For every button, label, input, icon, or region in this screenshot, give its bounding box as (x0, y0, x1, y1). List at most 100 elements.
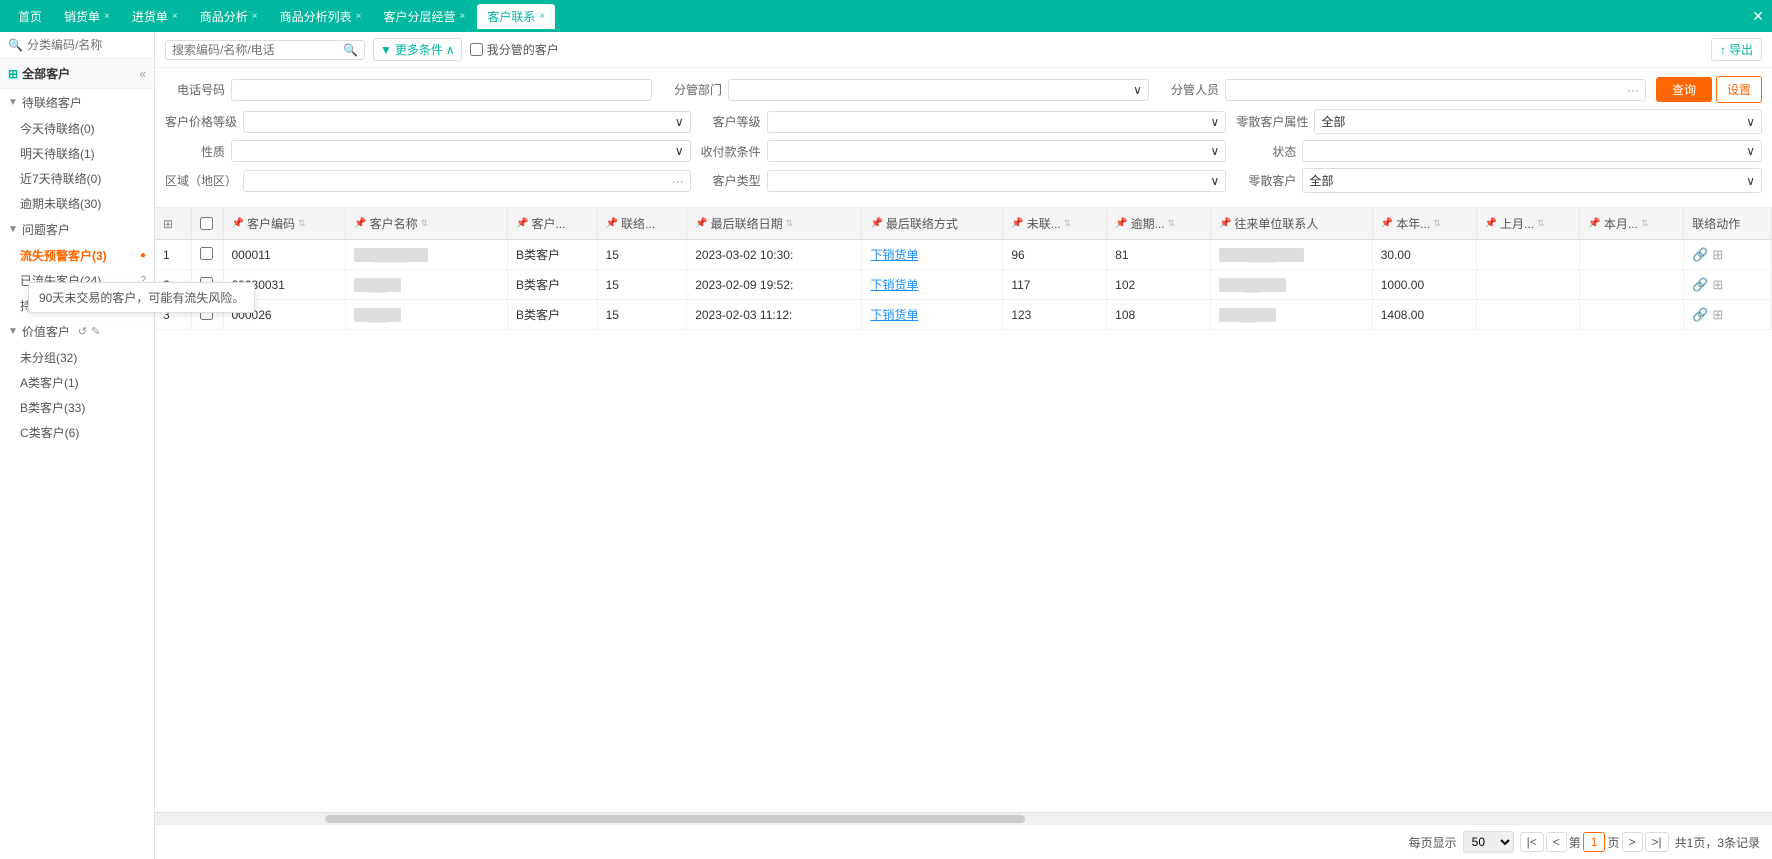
sort-thismonth-icon[interactable]: ⇅ (1641, 218, 1649, 229)
nav-tab-productanalysislist[interactable]: 商品分析列表 × (270, 4, 372, 29)
action-grid-2[interactable]: ⊞ (1712, 277, 1723, 293)
action-grid-1[interactable]: ⊞ (1712, 247, 1723, 263)
nav-tab-purchaseorder[interactable]: 进货单 × (122, 4, 188, 29)
value-group-edit[interactable]: ✎ (91, 325, 100, 338)
filter-row-3: 性质 ∨ 收付款条件 ∨ 状态 (165, 140, 1762, 162)
sidebar-item-7days[interactable]: 近7天待联络(0) (0, 166, 154, 191)
filter-select-payment[interactable]: ∨ (767, 140, 1227, 162)
more-conditions-button[interactable]: ▼ 更多条件 ∧ (373, 38, 462, 61)
query-button[interactable]: 查询 (1656, 77, 1712, 102)
col-lastmonth: 📌 上月... ⇅ (1476, 208, 1580, 240)
last-method-link-1[interactable]: 下销货单 (870, 248, 918, 262)
filter-select-nature[interactable]: ∨ (231, 140, 691, 162)
cell-lastmonth-3 (1476, 300, 1580, 330)
cell-action-3: 🔗 ⊞ (1684, 300, 1772, 330)
action-grid-3[interactable]: ⊞ (1712, 307, 1723, 323)
my-customers-wrap: 我分管的客户 (470, 41, 559, 58)
sidebar-item-b-class[interactable]: B类客户(33) (0, 395, 154, 420)
action-link-1[interactable]: 🔗 (1692, 247, 1708, 263)
sort-thisyear-icon[interactable]: ⇅ (1433, 218, 1441, 229)
nav-tab-productanalysis[interactable]: 商品分析 × (190, 4, 268, 29)
sidebar-item-today[interactable]: 今天待联络(0) (0, 116, 154, 141)
action-link-2[interactable]: 🔗 (1692, 277, 1708, 293)
close-tab-productanalysis[interactable]: × (252, 11, 258, 22)
sort-name-icon[interactable]: ⇅ (421, 218, 429, 229)
cell-thisyear-2: 1000.00 (1372, 270, 1476, 300)
filter-select-scatterprop-arrow: ∨ (1746, 115, 1755, 129)
settings-button[interactable]: 设置 (1716, 76, 1762, 103)
sidebar-item-tomorrow[interactable]: 明天待联络(1) (0, 141, 154, 166)
pagination: 每页显示 50 100 200 |< < 第 1 页 > >| 共1页，3条记录 (155, 824, 1772, 859)
close-tab-customercontact[interactable]: × (539, 11, 545, 22)
scrollbar-thumb[interactable] (325, 815, 1025, 823)
row-checkbox-1[interactable] (200, 247, 213, 260)
filter-select-scattercustomer[interactable]: 全部 ∨ (1302, 168, 1762, 193)
last-method-link-3[interactable]: 下销货单 (870, 308, 918, 322)
filter-field-scatterprop: 零散客户属性 全部 ∨ (1236, 109, 1762, 134)
filter-select-person[interactable]: ··· (1225, 79, 1646, 101)
sort-code-icon[interactable]: ⇅ (298, 218, 306, 229)
value-group-refresh[interactable]: ↺ (78, 325, 87, 338)
sort-uncontacted-icon[interactable]: ⇅ (1064, 218, 1072, 229)
filter-label-nature: 性质 (165, 143, 225, 160)
search-input[interactable] (172, 43, 339, 57)
sidebar-search-input[interactable] (27, 38, 155, 52)
settings-icon[interactable]: ⊞ (163, 217, 173, 231)
churn-warning-tooltip: 90天未交易的客户，可能有流失风险。 (28, 282, 155, 313)
filter-select-payment-arrow: ∨ (1211, 144, 1220, 158)
horizontal-scrollbar[interactable] (155, 812, 1772, 824)
sidebar-group-pending[interactable]: ▼ 待联络客户 (0, 89, 154, 116)
sidebar-group-value[interactable]: ▼ 价值客户 ↺ ✎ (0, 318, 154, 345)
my-customers-checkbox[interactable] (470, 43, 483, 56)
close-tab-purchaseorder[interactable]: × (172, 11, 178, 22)
select-all-checkbox[interactable] (200, 217, 213, 230)
problem-group-arrow: ▼ (8, 224, 18, 235)
prev-page-button[interactable]: < (1546, 832, 1567, 852)
sort-overdue-icon[interactable]: ⇅ (1168, 218, 1176, 229)
col-thisyear: 📌 本年... ⇅ (1372, 208, 1476, 240)
filter-input-phone[interactable] (231, 79, 652, 101)
cell-action-1: 🔗 ⊞ (1684, 240, 1772, 270)
sidebar-item-overdue[interactable]: 逾期未联络(30) (0, 191, 154, 216)
cell-lastdate-3: 2023-02-03 11:12: (687, 300, 862, 330)
filter-field-scattercustomer: 零散客户 全部 ∨ (1236, 168, 1762, 193)
filter-select-customertype[interactable]: ∨ (767, 170, 1227, 192)
close-tab-productanalysislist[interactable]: × (356, 11, 362, 22)
nav-home[interactable]: 首页 (8, 4, 52, 29)
sort-lastmonth-icon[interactable]: ⇅ (1537, 218, 1545, 229)
per-page-label: 每页显示 (1409, 834, 1457, 851)
sidebar-item-churn-warning[interactable]: 流失预警客户(3) ● (0, 243, 154, 268)
sidebar-item-a-class[interactable]: A类客户(1) (0, 370, 154, 395)
per-page-select[interactable]: 50 100 200 (1463, 831, 1514, 853)
sidebar-item-c-class[interactable]: C类客户(6) (0, 420, 154, 445)
next-page-button[interactable]: > (1622, 832, 1643, 852)
filter-select-region[interactable]: ··· (243, 170, 691, 192)
filter-select-scatterprop[interactable]: 全部 ∨ (1314, 109, 1762, 134)
filter-select-customerlevel[interactable]: ∨ (767, 111, 1227, 133)
filter-select-dept[interactable]: ∨ (728, 79, 1149, 101)
filter-row-4: 区域（地区） ··· 客户类型 ∨ 零散客户 全部 ∨ (165, 168, 1762, 193)
export-icon: ↑ (1720, 43, 1726, 57)
close-window-button[interactable]: ✕ (1752, 8, 1764, 25)
last-method-link-2[interactable]: 下销货单 (870, 278, 918, 292)
nav-tab-customercontact[interactable]: 客户联系 × (477, 4, 555, 29)
nav-tab-salesorder[interactable]: 销货单 × (54, 4, 120, 29)
close-tab-customertier[interactable]: × (459, 11, 465, 22)
filter-select-pricelevel[interactable]: ∨ (243, 111, 691, 133)
filter-label-dept: 分管部门 (662, 81, 722, 98)
cell-overdue-3: 108 (1107, 300, 1211, 330)
first-page-button[interactable]: |< (1520, 832, 1544, 852)
sort-lastdate-icon[interactable]: ⇅ (786, 218, 794, 229)
sidebar-collapse-button[interactable]: « (139, 67, 146, 81)
nav-tab-customertier[interactable]: 客户分层经营 × (373, 4, 475, 29)
filter-label-payment: 收付款条件 (701, 143, 761, 160)
cell-uncontacted-3: 123 (1003, 300, 1107, 330)
last-page-button[interactable]: >| (1645, 832, 1669, 852)
close-tab-salesorder[interactable]: × (104, 11, 110, 22)
export-button[interactable]: ↑ 导出 (1711, 38, 1762, 61)
sidebar-group-problem[interactable]: ▼ 问题客户 (0, 216, 154, 243)
filter-select-status[interactable]: ∨ (1302, 140, 1762, 162)
sidebar-item-ungrouped[interactable]: 未分组(32) (0, 345, 154, 370)
action-link-3[interactable]: 🔗 (1692, 307, 1708, 323)
sidebar-search-wrap: 🔍 (0, 32, 154, 59)
